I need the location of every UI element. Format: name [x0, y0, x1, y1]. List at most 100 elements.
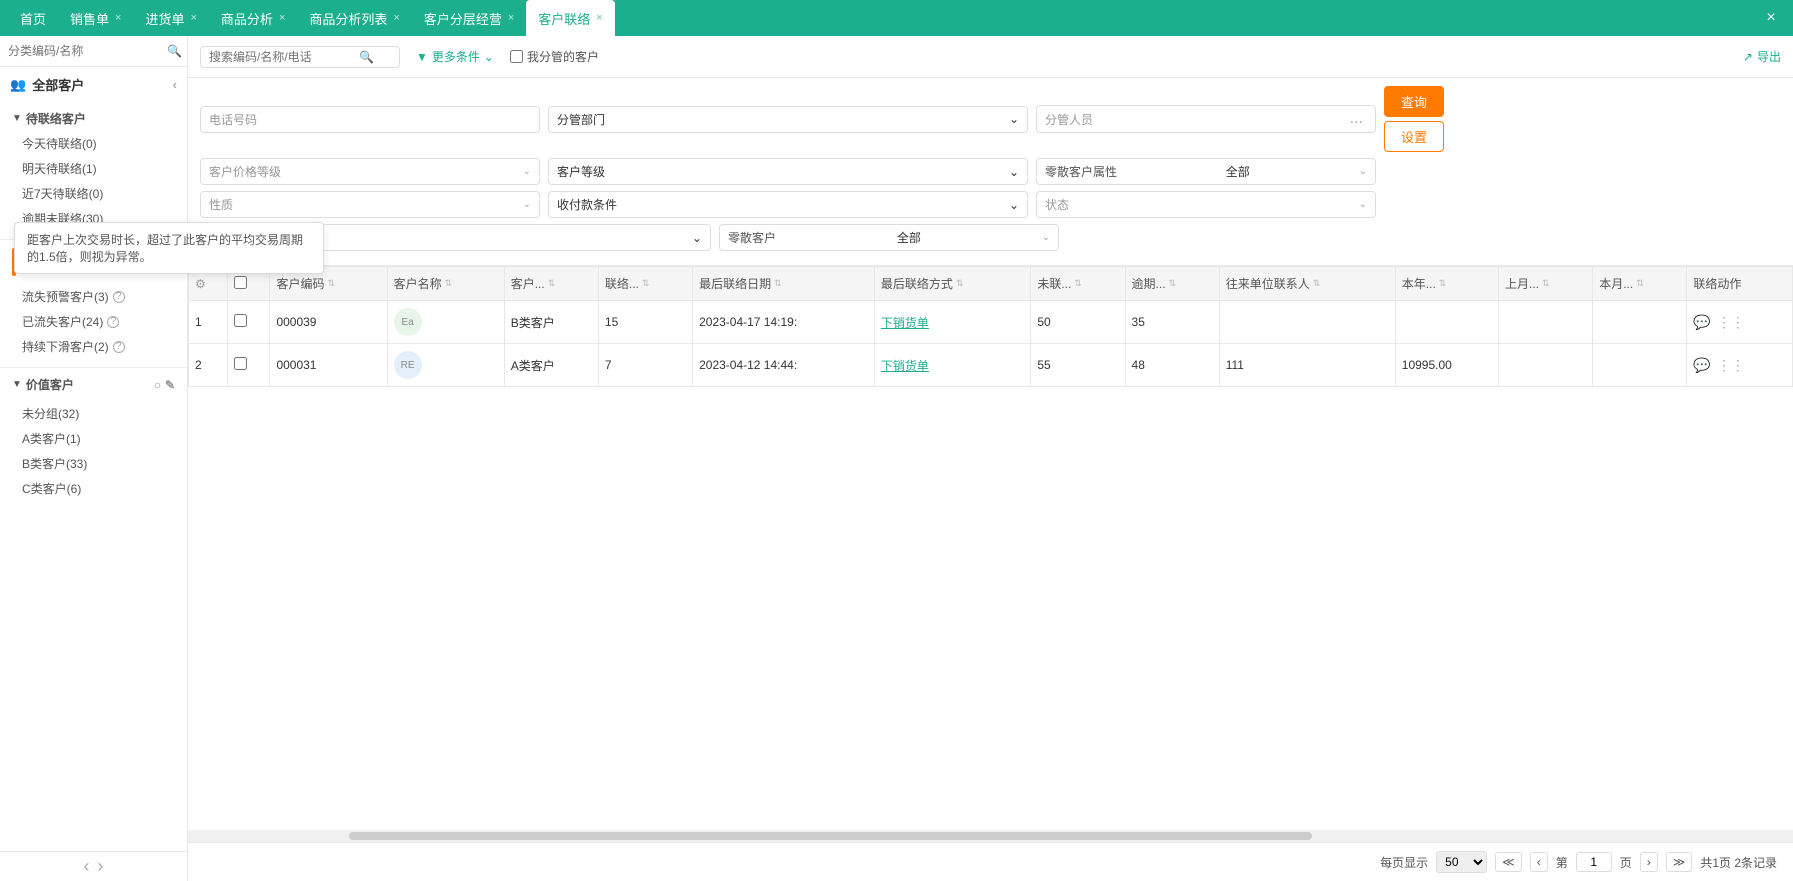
page-number-input[interactable]: [1576, 852, 1612, 872]
close-icon[interactable]: ×: [190, 12, 196, 24]
sort-icon[interactable]: ⇅: [548, 278, 556, 289]
info-icon[interactable]: ?: [107, 316, 119, 328]
row-last-contact-method[interactable]: 下销货单: [874, 301, 1030, 344]
contact-method-link[interactable]: 下销货单: [881, 359, 929, 373]
message-icon[interactable]: 💬: [1693, 314, 1710, 331]
circle-icon[interactable]: ○: [154, 378, 161, 392]
row-select-checkbox[interactable]: [234, 357, 247, 370]
sort-icon[interactable]: ⇅: [642, 278, 650, 289]
prev-page-button[interactable]: ‹: [1530, 852, 1548, 872]
more-action-icon[interactable]: ⋮⋮: [1717, 357, 1745, 374]
col-contact-count[interactable]: 联络... ⇅: [598, 267, 692, 301]
sort-icon[interactable]: ⇅: [956, 278, 964, 289]
col-unread[interactable]: 未联... ⇅: [1031, 267, 1125, 301]
search-icon[interactable]: 🔍: [359, 50, 374, 64]
row-name[interactable]: RE: [387, 344, 504, 387]
sidebar-bottom-controls[interactable]: ‹ ›: [0, 851, 187, 881]
close-icon[interactable]: ×: [508, 12, 514, 24]
window-close-button[interactable]: ×: [1757, 4, 1785, 32]
more-icon[interactable]: ...: [1346, 110, 1367, 128]
price-level-filter[interactable]: 客户价格等级 ⌄: [200, 158, 540, 185]
nav-product-analysis-list[interactable]: 商品分析列表 ×: [297, 0, 411, 36]
value-customers-group[interactable]: ▼ 价值客户 ○ ✎: [0, 372, 187, 397]
sidebar-item-tomorrow-pending[interactable]: 明天待联络(1): [0, 156, 187, 181]
row-select-checkbox[interactable]: [234, 314, 247, 327]
main-search-input[interactable]: [209, 50, 359, 64]
retail-customer-filter[interactable]: 零散客户 全部 ⌄: [719, 224, 1059, 251]
sidebar-item-class-c[interactable]: C类客户(6): [0, 476, 187, 501]
sort-icon[interactable]: ⇅: [1542, 278, 1550, 289]
col-last-contact-date[interactable]: 最后联络日期 ⇅: [693, 267, 875, 301]
close-icon[interactable]: ×: [596, 12, 602, 24]
row-last-contact-method[interactable]: 下销货单: [874, 344, 1030, 387]
sidebar-item-today-pending[interactable]: 今天待联络(0): [0, 131, 187, 156]
contact-method-link[interactable]: 下销货单: [881, 316, 929, 330]
info-icon[interactable]: ?: [113, 291, 125, 303]
sort-icon[interactable]: ⇅: [1439, 278, 1447, 289]
my-customer-checkbox[interactable]: [510, 50, 523, 63]
settings-button[interactable]: 设置: [1384, 121, 1444, 152]
row-checkbox[interactable]: [227, 301, 270, 344]
left-arrow-icon[interactable]: ‹: [84, 856, 90, 877]
col-this-year[interactable]: 本年... ⇅: [1395, 267, 1498, 301]
col-last-month[interactable]: 上月... ⇅: [1498, 267, 1592, 301]
select-all-checkbox[interactable]: [234, 276, 247, 289]
edit-icon[interactable]: ✎: [165, 378, 175, 392]
sidebar-item-class-b[interactable]: B类客户(33): [0, 451, 187, 476]
sidebar-item-unclassified[interactable]: 未分组(32): [0, 401, 187, 426]
query-button[interactable]: 查询: [1384, 86, 1444, 117]
sort-icon[interactable]: ⇅: [327, 278, 335, 289]
scrollbar-thumb[interactable]: [349, 832, 1312, 840]
col-name[interactable]: 客户名称 ⇅: [387, 267, 504, 301]
nav-customer-segment[interactable]: 客户分层经营 ×: [412, 0, 526, 36]
right-arrow-icon[interactable]: ›: [98, 856, 104, 877]
search-input-wrap[interactable]: 🔍: [200, 46, 400, 68]
sort-icon[interactable]: ⇅: [1313, 278, 1321, 289]
customer-level-filter[interactable]: 客户等级 ⌄: [548, 158, 1028, 185]
sort-icon[interactable]: ⇅: [1074, 278, 1082, 289]
col-this-month[interactable]: 本月... ⇅: [1593, 267, 1687, 301]
collapse-icon[interactable]: ‹: [173, 77, 177, 92]
gender-filter[interactable]: 性质 ⌄: [200, 191, 540, 218]
sort-icon[interactable]: ⇅: [1169, 278, 1177, 289]
sidebar-item-7days-pending[interactable]: 近7天待联络(0): [0, 181, 187, 206]
next-page-button[interactable]: ›: [1640, 852, 1658, 872]
sort-icon[interactable]: ⇅: [445, 278, 453, 289]
dept-filter[interactable]: 分管部门 ⌄: [548, 106, 1028, 133]
more-conditions-button[interactable]: ▼ 更多条件 ⌄: [408, 44, 502, 69]
last-page-button[interactable]: ≫: [1666, 852, 1693, 872]
nav-purchase-order[interactable]: 进货单 ×: [133, 0, 208, 36]
sidebar-item-declining-customers[interactable]: 持续下滑客户(2) ?: [0, 334, 187, 359]
status-filter[interactable]: 状态 ⌄: [1036, 191, 1376, 218]
nav-customer-contact[interactable]: 客户联络 ×: [526, 0, 614, 36]
message-icon[interactable]: 💬: [1693, 357, 1710, 374]
nav-sales-order[interactable]: 销售单 ×: [58, 0, 133, 36]
nav-home[interactable]: 首页: [8, 0, 58, 36]
sort-icon[interactable]: ⇅: [774, 278, 782, 289]
nav-product-analysis[interactable]: 商品分析 ×: [209, 0, 297, 36]
more-action-icon[interactable]: ⋮⋮: [1717, 314, 1745, 331]
col-last-contact-method[interactable]: 最后联络方式 ⇅: [874, 267, 1030, 301]
sidebar-search-icon[interactable]: 🔍: [167, 44, 182, 58]
sidebar-item-loss-warning[interactable]: 流失预警客户(3) ?: [0, 284, 187, 309]
row-checkbox[interactable]: [227, 344, 270, 387]
col-contacts[interactable]: 往来单位联系人 ⇅: [1219, 267, 1395, 301]
row-name[interactable]: Ea: [387, 301, 504, 344]
payment-filter[interactable]: 收付款条件 ⌄: [548, 191, 1028, 218]
retail-attr-filter[interactable]: 零散客户属性 全部 ⌄: [1036, 158, 1376, 185]
col-category[interactable]: 客户... ⇅: [504, 267, 598, 301]
phone-filter[interactable]: 电话号码: [200, 106, 540, 133]
close-icon[interactable]: ×: [115, 12, 121, 24]
sidebar-item-class-a[interactable]: A类客户(1): [0, 426, 187, 451]
close-icon[interactable]: ×: [279, 12, 285, 24]
all-customers-title[interactable]: 👥 全部客户 ‹: [0, 67, 187, 102]
close-icon[interactable]: ×: [393, 12, 399, 24]
per-page-select[interactable]: 50 20 100: [1436, 851, 1487, 873]
pending-contact-group[interactable]: ▼ 待联络客户: [0, 106, 187, 131]
horizontal-scrollbar[interactable]: [188, 830, 1793, 842]
sidebar-item-lost-customers[interactable]: 已流失客户(24) ?: [0, 309, 187, 334]
sidebar-search-input[interactable]: [8, 44, 163, 58]
export-button[interactable]: ↗ 导出: [1743, 48, 1781, 65]
col-overdue[interactable]: 逾期... ⇅: [1125, 267, 1219, 301]
info-icon[interactable]: ?: [113, 341, 125, 353]
